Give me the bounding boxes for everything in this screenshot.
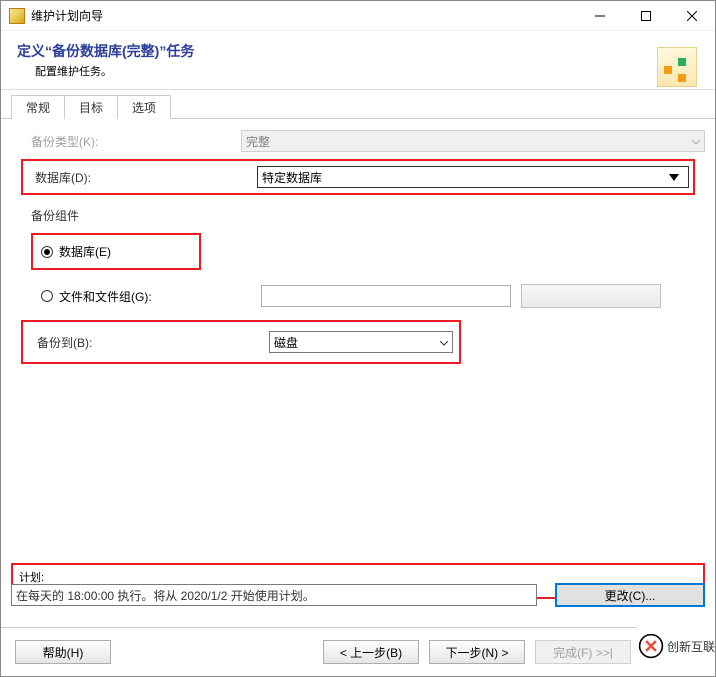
close-button[interactable] [669, 1, 715, 30]
help-button[interactable]: 帮助(H) [15, 640, 111, 664]
backup-type-label: 备份类型(K): [11, 133, 241, 150]
page-subtitle: 配置维护任务。 [35, 63, 699, 79]
radio-files-label: 文件和文件组(G): [59, 288, 152, 305]
maximize-button[interactable] [623, 1, 669, 30]
button-bar: 帮助(H) < 上一步(B) 下一步(N) > 完成(F) >>| 取消 [1, 627, 715, 676]
minimize-button[interactable] [577, 1, 623, 30]
chevron-down-icon [692, 134, 700, 148]
tab-options[interactable]: 选项 [117, 95, 171, 119]
files-input [261, 285, 511, 307]
tab-general[interactable]: 常规 [11, 95, 65, 119]
watermark-icon [637, 632, 665, 660]
backup-type-dropdown: 完整 [241, 130, 705, 152]
window-title: 维护计划向导 [31, 7, 577, 24]
backup-to-dropdown[interactable]: 磁盘 [269, 331, 453, 353]
app-icon [9, 8, 25, 24]
watermark: 创新互联 [637, 622, 715, 670]
tab-strip: 常规 目标 选项 [1, 94, 715, 119]
chevron-down-icon [664, 168, 684, 186]
next-button[interactable]: 下一步(N) > [429, 640, 525, 664]
radio-files[interactable]: 文件和文件组(G): [11, 288, 261, 305]
backup-type-row: 备份类型(K): 完整 [11, 129, 705, 153]
tab-content: 备份类型(K): 完整 数据库(D): 特定数据库 备份组件 数据库(E) 文件… [1, 119, 715, 563]
database-radio-highlight: 数据库(E) [31, 233, 201, 270]
wizard-header: 定义“备份数据库(完整)”任务 配置维护任务。 [1, 31, 715, 90]
databases-label: 数据库(D): [27, 169, 257, 186]
backup-to-label: 备份到(B): [29, 334, 269, 351]
radio-database[interactable]: 数据库(E) [41, 243, 191, 260]
databases-value: 特定数据库 [262, 169, 322, 186]
schedule-section: 在每天的 18:00:00 执行。将从 2020/1/2 开始使用计划。 更改(… [1, 605, 715, 627]
backup-component-label: 备份组件 [11, 207, 241, 224]
backup-to-highlight: 备份到(B): 磁盘 [21, 320, 461, 364]
chevron-down-icon [440, 335, 448, 349]
radio-database-label: 数据库(E) [59, 243, 111, 260]
page-title: 定义“备份数据库(完整)”任务 [17, 41, 699, 61]
radio-icon [41, 246, 53, 258]
backup-to-value: 磁盘 [274, 334, 298, 351]
radio-icon [41, 290, 53, 302]
wizard-icon [657, 47, 697, 87]
change-schedule-button[interactable]: 更改(C)... [555, 583, 705, 607]
back-button[interactable]: < 上一步(B) [323, 640, 419, 664]
databases-highlight: 数据库(D): 特定数据库 [21, 159, 695, 195]
databases-dropdown[interactable]: 特定数据库 [257, 166, 689, 188]
tab-destination[interactable]: 目标 [64, 95, 118, 119]
schedule-text: 在每天的 18:00:00 执行。将从 2020/1/2 开始使用计划。 [11, 584, 537, 606]
titlebar: 维护计划向导 [1, 1, 715, 31]
finish-button: 完成(F) >>| [535, 640, 631, 664]
files-browse-button [521, 284, 661, 308]
window-controls [577, 1, 715, 30]
backup-type-value: 完整 [246, 133, 270, 150]
